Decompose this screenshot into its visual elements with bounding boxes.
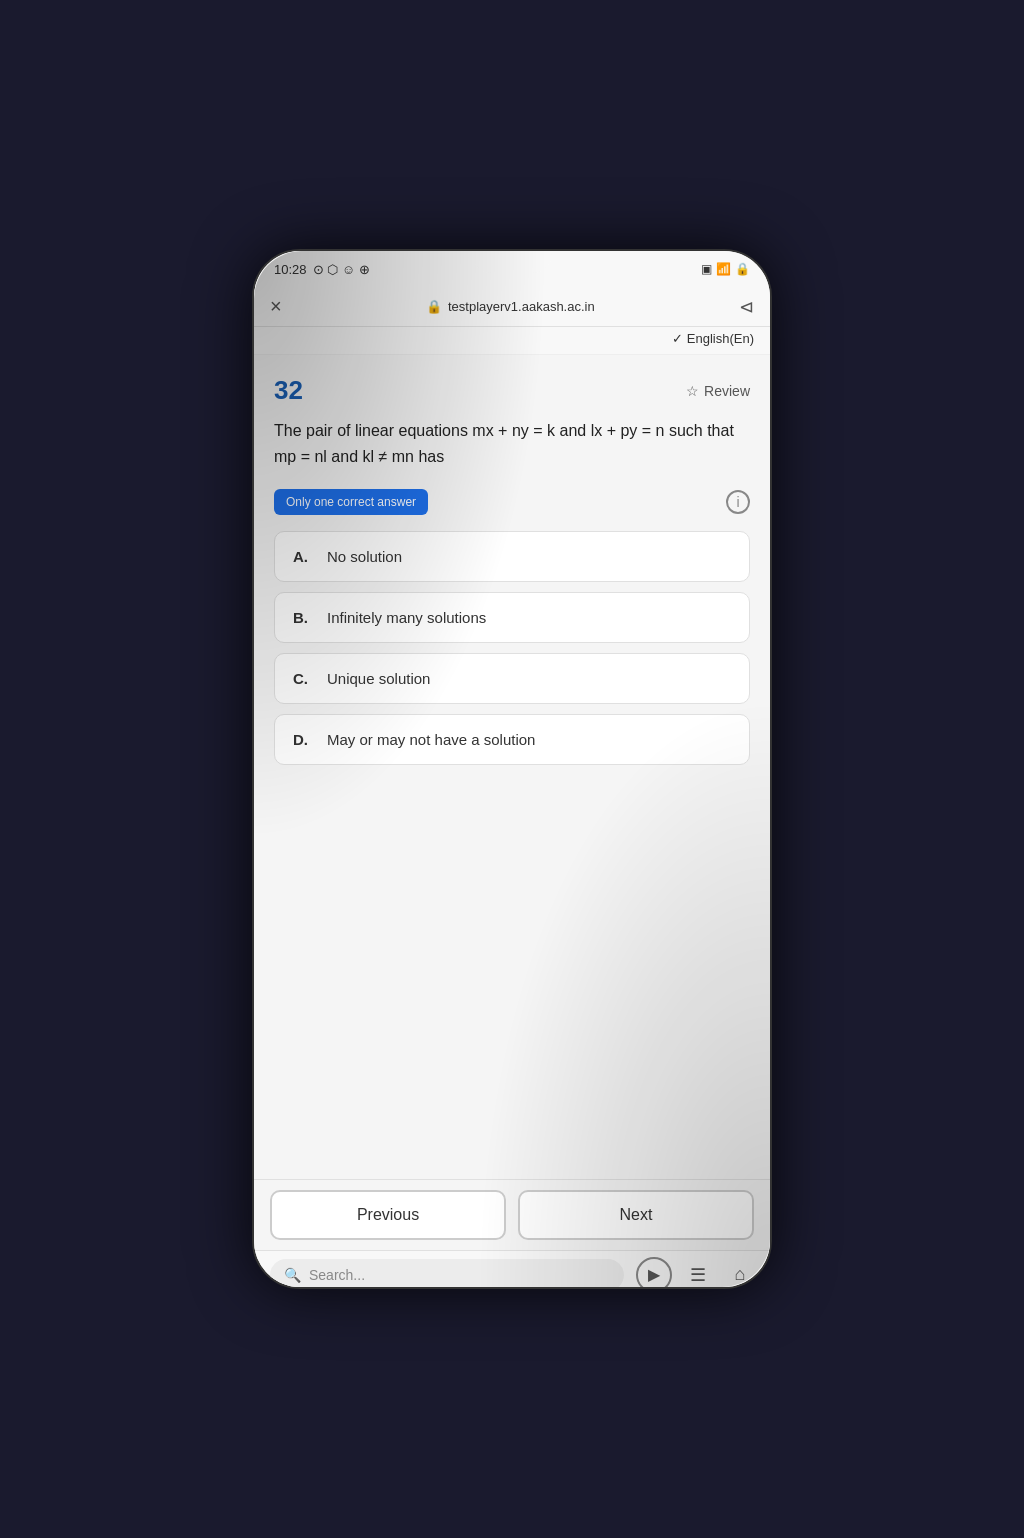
home-icon-glyph: ⌂ <box>735 1264 746 1285</box>
language-label: ✓ English(En) <box>672 331 754 346</box>
search-icon: 🔍 <box>284 1267 301 1283</box>
previous-button[interactable]: Previous <box>270 1190 506 1240</box>
review-label: Review <box>704 383 750 399</box>
status-left: 10:28 ⊙ ⬡ ☺ ⊕ <box>274 262 370 277</box>
signal-icon: 📶 <box>716 262 731 276</box>
language-bar[interactable]: ✓ English(En) <box>254 327 770 355</box>
lock-icon: 🔒 <box>426 299 442 314</box>
browser-close-button[interactable]: × <box>270 295 282 318</box>
answer-type-badge: Only one correct answer <box>274 489 428 515</box>
phone-frame: 10:28 ⊙ ⬡ ☺ ⊕ ▣ 📶 🔒 × 🔒 testplayerv1.aak… <box>252 249 772 1289</box>
navigation-footer: Previous Next <box>254 1179 770 1250</box>
main-content: 32 ☆ Review The pair of linear equations… <box>254 355 770 1179</box>
info-button[interactable]: i <box>726 490 750 514</box>
info-icon: i <box>736 494 739 510</box>
question-text: The pair of linear equations mx + ny = k… <box>274 418 750 469</box>
options-container: A. No solution B. Infinitely many soluti… <box>274 531 750 765</box>
play-button[interactable]: ▶ <box>636 1257 672 1290</box>
option-d-text: May or may not have a solution <box>327 731 535 748</box>
option-a-letter: A. <box>293 548 313 565</box>
hamburger-icon: ☰ <box>690 1264 706 1286</box>
option-b-letter: B. <box>293 609 313 626</box>
menu-icon[interactable]: ☰ <box>684 1261 712 1289</box>
review-button[interactable]: ☆ Review <box>686 383 750 399</box>
option-b-text: Infinitely many solutions <box>327 609 486 626</box>
option-a[interactable]: A. No solution <box>274 531 750 582</box>
answer-type-bar: Only one correct answer i <box>274 489 750 515</box>
option-c-letter: C. <box>293 670 313 687</box>
option-a-text: No solution <box>327 548 402 565</box>
url-text: testplayerv1.aakash.ac.in <box>448 299 595 314</box>
play-icon: ▶ <box>648 1265 660 1284</box>
home-icon[interactable]: ⌂ <box>726 1261 754 1289</box>
status-right: ▣ 📶 🔒 <box>701 262 750 276</box>
next-button[interactable]: Next <box>518 1190 754 1240</box>
search-placeholder: Search... <box>309 1267 365 1283</box>
option-d-letter: D. <box>293 731 313 748</box>
browser-bar: × 🔒 testplayerv1.aakash.ac.in ⊲ <box>254 287 770 327</box>
battery-icon: ▣ <box>701 262 712 276</box>
status-time: 10:28 <box>274 262 307 277</box>
bottom-icons: ☰ ⌂ <box>684 1261 754 1289</box>
status-icons: ⊙ ⬡ ☺ ⊕ <box>313 262 370 277</box>
option-c-text: Unique solution <box>327 670 430 687</box>
question-body: The pair of linear equations mx + ny = k… <box>274 422 734 465</box>
browser-url-bar[interactable]: 🔒 testplayerv1.aakash.ac.in <box>426 299 595 314</box>
phone-notch <box>472 251 552 273</box>
option-c[interactable]: C. Unique solution <box>274 653 750 704</box>
question-number: 32 <box>274 375 303 406</box>
share-button[interactable]: ⊲ <box>739 296 754 318</box>
browser-bottom-bar: 🔍 Search... ▶ ☰ ⌂ <box>254 1250 770 1289</box>
star-icon: ☆ <box>686 383 699 399</box>
question-header: 32 ☆ Review <box>274 375 750 406</box>
wifi-icon: 🔒 <box>735 262 750 276</box>
option-d[interactable]: D. May or may not have a solution <box>274 714 750 765</box>
search-bar[interactable]: 🔍 Search... <box>270 1259 624 1290</box>
option-b[interactable]: B. Infinitely many solutions <box>274 592 750 643</box>
